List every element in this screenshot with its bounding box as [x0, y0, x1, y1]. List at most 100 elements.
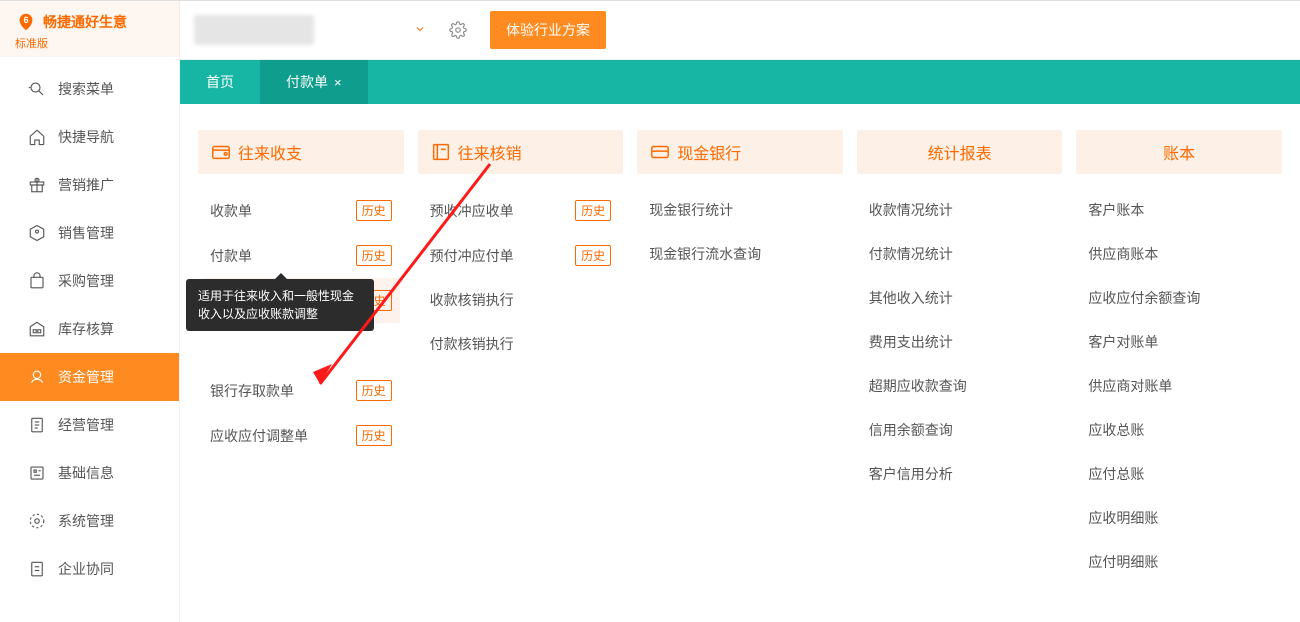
tab-label: 首页	[206, 72, 234, 92]
tab-1[interactable]: 付款单 ×	[260, 60, 368, 104]
nav-label: 销售管理	[58, 223, 114, 243]
nav-item-search[interactable]: 搜索菜单	[0, 65, 179, 113]
link-label: 应收总账	[1088, 420, 1144, 440]
link-label: 应收应付调整单	[210, 426, 308, 446]
link-list: 现金银行统计现金银行流水查询	[637, 174, 843, 290]
link-item[interactable]: 付款情况统计	[861, 232, 1059, 276]
link-item[interactable]: 超期应收款查询	[861, 364, 1059, 408]
link-label: 应收应付余额查询	[1088, 288, 1200, 308]
try-industry-solution-button[interactable]: 体验行业方案	[490, 11, 606, 49]
content-panel: 往来收支收款单历史付款单历史其他收入单?历史费用支出单历史银行存取款单历史应收应…	[180, 104, 1300, 622]
link-label: 银行存取款单	[210, 381, 294, 401]
nav-label: 快捷导航	[58, 127, 114, 147]
nav-label: 搜索菜单	[58, 79, 114, 99]
nav-item-info[interactable]: 基础信息	[0, 449, 179, 497]
card-icon	[649, 141, 671, 163]
nav-label: 资金管理	[58, 367, 114, 387]
nav-label: 基础信息	[58, 463, 114, 483]
search-icon	[28, 80, 46, 98]
nav-label: 采购管理	[58, 271, 114, 291]
link-item[interactable]: 应收应付调整单 历史	[202, 413, 400, 458]
link-label: 其他收入统计	[869, 288, 953, 308]
column-header: 往来收支	[198, 130, 404, 174]
history-badge[interactable]: 历史	[575, 200, 611, 221]
link-label: 收款核销执行	[430, 290, 514, 310]
link-label: 收款情况统计	[869, 200, 953, 220]
link-label: 客户对账单	[1088, 332, 1158, 352]
link-item[interactable]: 信用余额查询	[861, 408, 1059, 452]
nav-item-home[interactable]: 快捷导航	[0, 113, 179, 161]
link-item[interactable]: 应收总账	[1080, 408, 1278, 452]
link-item[interactable]: 客户信用分析	[861, 452, 1059, 496]
history-badge[interactable]: 历史	[356, 200, 392, 221]
nav-item-gift[interactable]: 营销推广	[0, 161, 179, 209]
history-badge[interactable]: 历史	[575, 245, 611, 266]
link-label: 付款单	[210, 246, 252, 266]
nav-label: 库存核算	[58, 319, 114, 339]
history-badge[interactable]: 历史	[356, 425, 392, 446]
chevron-down-icon[interactable]	[414, 22, 426, 38]
nav-item-warehouse[interactable]: 库存核算	[0, 305, 179, 353]
link-item[interactable]: 现金银行统计	[641, 188, 839, 232]
nav-item-doc[interactable]: 经营管理	[0, 401, 179, 449]
nav-label: 经营管理	[58, 415, 114, 435]
link-item[interactable]: 供应商账本	[1080, 232, 1278, 276]
money-icon	[28, 368, 46, 386]
link-item[interactable]: 供应商对账单	[1080, 364, 1278, 408]
link-item[interactable]: 收款核销执行	[422, 278, 620, 322]
link-label: 客户账本	[1088, 200, 1144, 220]
link-label: 供应商对账单	[1088, 376, 1172, 396]
nav-list: 搜索菜单快捷导航营销推广销售管理采购管理库存核算资金管理经营管理基础信息系统管理…	[0, 57, 179, 622]
link-list: 收款情况统计付款情况统计其他收入统计费用支出统计超期应收款查询信用余额查询客户信…	[857, 174, 1063, 510]
column-1: 往来核销预收冲应收单历史预付冲应付单 历史收款核销执行付款核销执行	[418, 130, 624, 598]
link-label: 付款情况统计	[869, 244, 953, 264]
company-selector-blurred[interactable]	[194, 15, 314, 45]
nav-item-system[interactable]: 系统管理	[0, 497, 179, 545]
close-icon[interactable]: ×	[334, 75, 342, 90]
gear-icon[interactable]	[448, 20, 468, 40]
tab-label: 付款单	[286, 72, 328, 92]
system-icon	[28, 512, 46, 530]
link-label: 应收明细账	[1088, 508, 1158, 528]
link-item[interactable]: 应收明细账	[1080, 496, 1278, 540]
column-title: 现金银行	[677, 140, 741, 164]
warehouse-icon	[28, 320, 46, 338]
column-title: 往来核销	[458, 140, 522, 164]
home-icon	[28, 128, 46, 146]
link-item[interactable]: 客户账本	[1080, 188, 1278, 232]
link-item[interactable]: 付款核销执行	[422, 322, 620, 366]
link-item[interactable]: 客户对账单	[1080, 320, 1278, 364]
column-header: 往来核销	[418, 130, 624, 174]
nav-item-bag[interactable]: 采购管理	[0, 257, 179, 305]
history-badge[interactable]: 历史	[356, 245, 392, 266]
link-item[interactable]: 应收应付余额查询	[1080, 276, 1278, 320]
nav-item-tag[interactable]: 销售管理	[0, 209, 179, 257]
wallet-icon	[210, 141, 232, 163]
svg-text:6: 6	[23, 15, 28, 25]
nav-item-money[interactable]: 资金管理	[0, 353, 179, 401]
link-label: 现金银行统计	[649, 200, 733, 220]
column-header: 统计报表	[857, 130, 1063, 174]
link-item[interactable]: 费用支出统计	[861, 320, 1059, 364]
history-badge[interactable]: 历史	[356, 380, 392, 401]
nav-item-team[interactable]: 企业协同	[0, 545, 179, 593]
link-item[interactable]: 收款情况统计	[861, 188, 1059, 232]
link-list: 预收冲应收单历史预付冲应付单 历史收款核销执行付款核销执行	[418, 174, 624, 380]
tab-0[interactable]: 首页	[180, 60, 260, 104]
link-item[interactable]: 应付总账	[1080, 452, 1278, 496]
doc-icon	[28, 416, 46, 434]
link-item[interactable]: 预收冲应收单历史	[422, 188, 620, 233]
link-label: 预付冲应付单	[430, 246, 514, 266]
link-label: 收款单	[210, 201, 252, 221]
topbar: 体验行业方案	[180, 1, 1300, 60]
link-item[interactable]: 应付明细账	[1080, 540, 1278, 584]
link-item[interactable]: 付款单 历史	[202, 233, 400, 278]
nav-label: 系统管理	[58, 511, 114, 531]
link-label: 应付总账	[1088, 464, 1144, 484]
link-item[interactable]: 其他收入统计	[861, 276, 1059, 320]
link-item[interactable]: 银行存取款单 历史	[202, 368, 400, 413]
link-item[interactable]: 现金银行流水查询	[641, 232, 839, 276]
link-item[interactable]: 收款单 历史	[202, 188, 400, 233]
link-item[interactable]: 预付冲应付单 历史	[422, 233, 620, 278]
gift-icon	[28, 176, 46, 194]
